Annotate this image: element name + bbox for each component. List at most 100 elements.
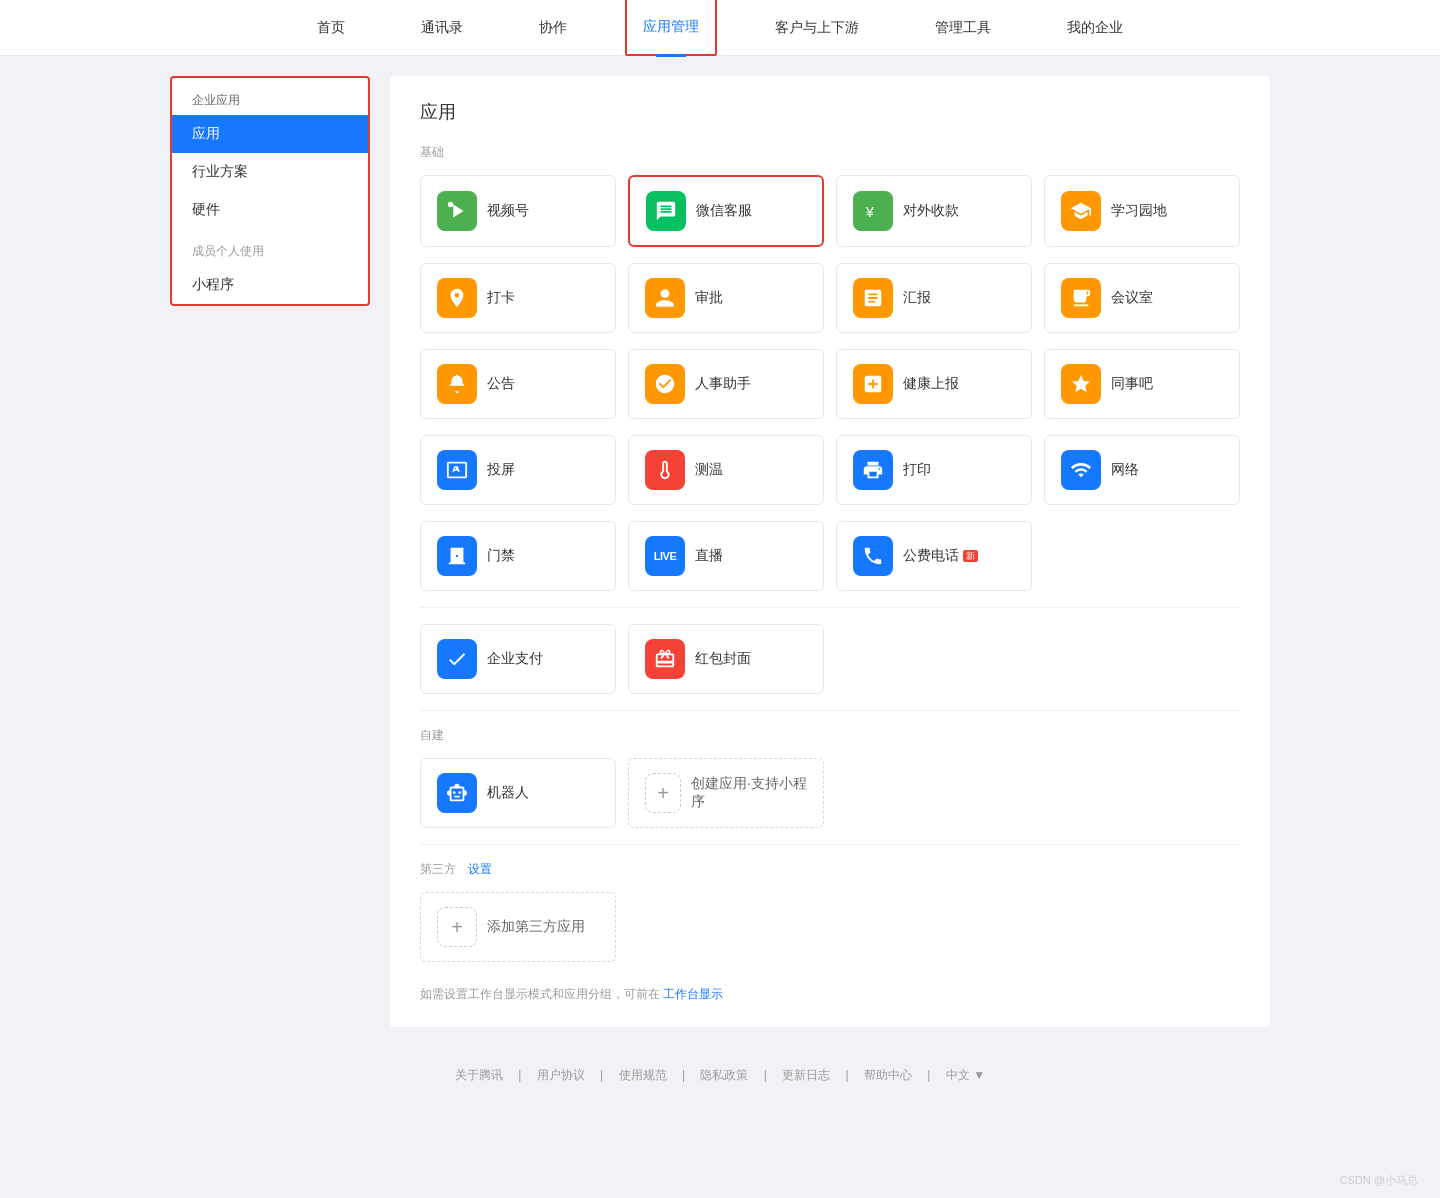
app-robot[interactable]: 机器人 bbox=[420, 758, 616, 828]
hr-assistant-icon bbox=[645, 364, 685, 404]
footer-sep6: | bbox=[927, 1068, 930, 1082]
nav-contacts[interactable]: 通讯录 bbox=[413, 1, 471, 55]
app-red-packet[interactable]: 红包封面 bbox=[628, 624, 824, 694]
sidebar-item-apps[interactable]: 应用 bbox=[172, 115, 368, 153]
main-layout: 企业应用 应用 行业方案 硬件 成员个人使用 小程序 应用 基础 视频号 bbox=[170, 56, 1270, 1047]
nav-my-company[interactable]: 我的企业 bbox=[1059, 1, 1131, 55]
svg-text:¥: ¥ bbox=[865, 204, 875, 220]
sidebar-item-industry[interactable]: 行业方案 bbox=[172, 153, 368, 191]
approval-icon bbox=[645, 278, 685, 318]
nav-admin-tools[interactable]: 管理工具 bbox=[927, 1, 999, 55]
footer-sep3: | bbox=[682, 1068, 685, 1082]
app-grid-selfbuild: 机器人 + 创建应用·支持小程序 bbox=[420, 758, 1240, 828]
app-report[interactable]: 汇报 bbox=[836, 263, 1032, 333]
sidebar-item-hardware[interactable]: 硬件 bbox=[172, 191, 368, 229]
app-approval[interactable]: 审批 bbox=[628, 263, 824, 333]
add-third-party-label: 添加第三方应用 bbox=[487, 918, 585, 936]
sidebar: 企业应用 应用 行业方案 硬件 成员个人使用 小程序 bbox=[170, 76, 370, 306]
health-label: 健康上报 bbox=[903, 375, 959, 393]
app-grid-pay: 企业支付 红包封面 bbox=[420, 624, 1240, 694]
live-icon: LIVE bbox=[645, 536, 685, 576]
third-party-settings-link[interactable]: 设置 bbox=[468, 861, 492, 878]
footer-user-agreement[interactable]: 用户协议 bbox=[537, 1068, 585, 1082]
third-party-header: 第三方 设置 bbox=[420, 861, 1240, 878]
wechat-service-label: 微信客服 bbox=[696, 202, 752, 220]
app-daka[interactable]: 打卡 bbox=[420, 263, 616, 333]
red-packet-icon bbox=[645, 639, 685, 679]
app-grid-row5: 门禁 LIVE 直播 公费电话 新 bbox=[420, 521, 1240, 591]
footer-lang[interactable]: 中文 ▼ bbox=[946, 1068, 985, 1082]
report-label: 汇报 bbox=[903, 289, 931, 307]
section-basic-label: 基础 bbox=[420, 144, 1240, 161]
app-colleague[interactable]: 同事吧 bbox=[1044, 349, 1240, 419]
footer-help[interactable]: 帮助中心 bbox=[864, 1068, 912, 1082]
health-icon bbox=[853, 364, 893, 404]
app-wechat-service[interactable]: 微信客服 bbox=[628, 175, 824, 247]
learning-icon bbox=[1061, 191, 1101, 231]
app-grid-row3: 公告 人事助手 健康上报 同事吧 bbox=[420, 349, 1240, 419]
footer-sep4: | bbox=[764, 1068, 767, 1082]
biz-pay-label: 企业支付 bbox=[487, 650, 543, 668]
temp-label: 测温 bbox=[695, 461, 723, 479]
footer-sep5: | bbox=[846, 1068, 849, 1082]
main-content: 应用 基础 视频号 微信客服 ¥ bbox=[390, 76, 1270, 1027]
nav-collab[interactable]: 协作 bbox=[531, 1, 575, 55]
app-health[interactable]: 健康上报 bbox=[836, 349, 1032, 419]
app-create-app[interactable]: + 创建应用·支持小程序 bbox=[628, 758, 824, 828]
app-learning[interactable]: 学习园地 bbox=[1044, 175, 1240, 247]
temp-icon bbox=[645, 450, 685, 490]
app-hr-assistant[interactable]: 人事助手 bbox=[628, 349, 824, 419]
network-label: 网络 bbox=[1111, 461, 1139, 479]
shipin-icon bbox=[437, 191, 477, 231]
app-meeting[interactable]: 会议室 bbox=[1044, 263, 1240, 333]
app-door[interactable]: 门禁 bbox=[420, 521, 616, 591]
report-icon bbox=[853, 278, 893, 318]
app-add-third-party[interactable]: + 添加第三方应用 bbox=[420, 892, 616, 962]
app-collect[interactable]: ¥ 对外收款 bbox=[836, 175, 1032, 247]
daka-icon bbox=[437, 278, 477, 318]
footer-sep2: | bbox=[600, 1068, 603, 1082]
colleague-icon bbox=[1061, 364, 1101, 404]
footer-privacy[interactable]: 隐私政策 bbox=[700, 1068, 748, 1082]
robot-icon bbox=[437, 773, 477, 813]
app-phone[interactable]: 公费电话 新 bbox=[836, 521, 1032, 591]
app-grid-third-party: + 添加第三方应用 bbox=[420, 892, 1240, 962]
top-navigation: 首页 通讯录 协作 应用管理 客户与上下游 管理工具 我的企业 bbox=[0, 0, 1440, 56]
footer-changelog[interactable]: 更新日志 bbox=[782, 1068, 830, 1082]
footer-usage-norms[interactable]: 使用规范 bbox=[619, 1068, 667, 1082]
app-shipin[interactable]: 视频号 bbox=[420, 175, 616, 247]
app-biz-pay[interactable]: 企业支付 bbox=[420, 624, 616, 694]
app-temp[interactable]: 测温 bbox=[628, 435, 824, 505]
live-label: 直播 bbox=[695, 547, 723, 565]
door-label: 门禁 bbox=[487, 547, 515, 565]
app-notice[interactable]: 公告 bbox=[420, 349, 616, 419]
nav-home[interactable]: 首页 bbox=[309, 1, 353, 55]
network-icon bbox=[1061, 450, 1101, 490]
app-live[interactable]: LIVE 直播 bbox=[628, 521, 824, 591]
nav-customer[interactable]: 客户与上下游 bbox=[767, 1, 867, 55]
sidebar-section-personal: 成员个人使用 bbox=[172, 229, 368, 266]
section-selfbuild-label: 自建 bbox=[420, 727, 1240, 744]
footer-workbench-link[interactable]: 工作台显示 bbox=[663, 987, 723, 1001]
svg-point-0 bbox=[448, 202, 454, 208]
print-icon bbox=[853, 450, 893, 490]
meeting-label: 会议室 bbox=[1111, 289, 1153, 307]
nav-app-management[interactable]: 应用管理 bbox=[635, 0, 707, 56]
app-screen[interactable]: 投屏 bbox=[420, 435, 616, 505]
bottom-footer: 关于腾讯 | 用户协议 | 使用规范 | 隐私政策 | 更新日志 | 帮助中心 … bbox=[0, 1047, 1440, 1104]
learning-label: 学习园地 bbox=[1111, 202, 1167, 220]
footer-sep1: | bbox=[518, 1068, 521, 1082]
sidebar-item-miniapp[interactable]: 小程序 bbox=[172, 266, 368, 304]
footer-about[interactable]: 关于腾讯 bbox=[455, 1068, 503, 1082]
app-print[interactable]: 打印 bbox=[836, 435, 1032, 505]
biz-pay-icon bbox=[437, 639, 477, 679]
create-app-label: 创建应用·支持小程序 bbox=[691, 775, 807, 811]
page-title: 应用 bbox=[420, 100, 1240, 124]
app-grid-row4: 投屏 测温 打印 网络 bbox=[420, 435, 1240, 505]
app-grid-row1: 视频号 微信客服 ¥ 对外收款 学习园地 bbox=[420, 175, 1240, 247]
notice-icon bbox=[437, 364, 477, 404]
app-network[interactable]: 网络 bbox=[1044, 435, 1240, 505]
add-third-party-icon: + bbox=[437, 907, 477, 947]
create-app-icon: + bbox=[645, 773, 681, 813]
print-label: 打印 bbox=[903, 461, 931, 479]
